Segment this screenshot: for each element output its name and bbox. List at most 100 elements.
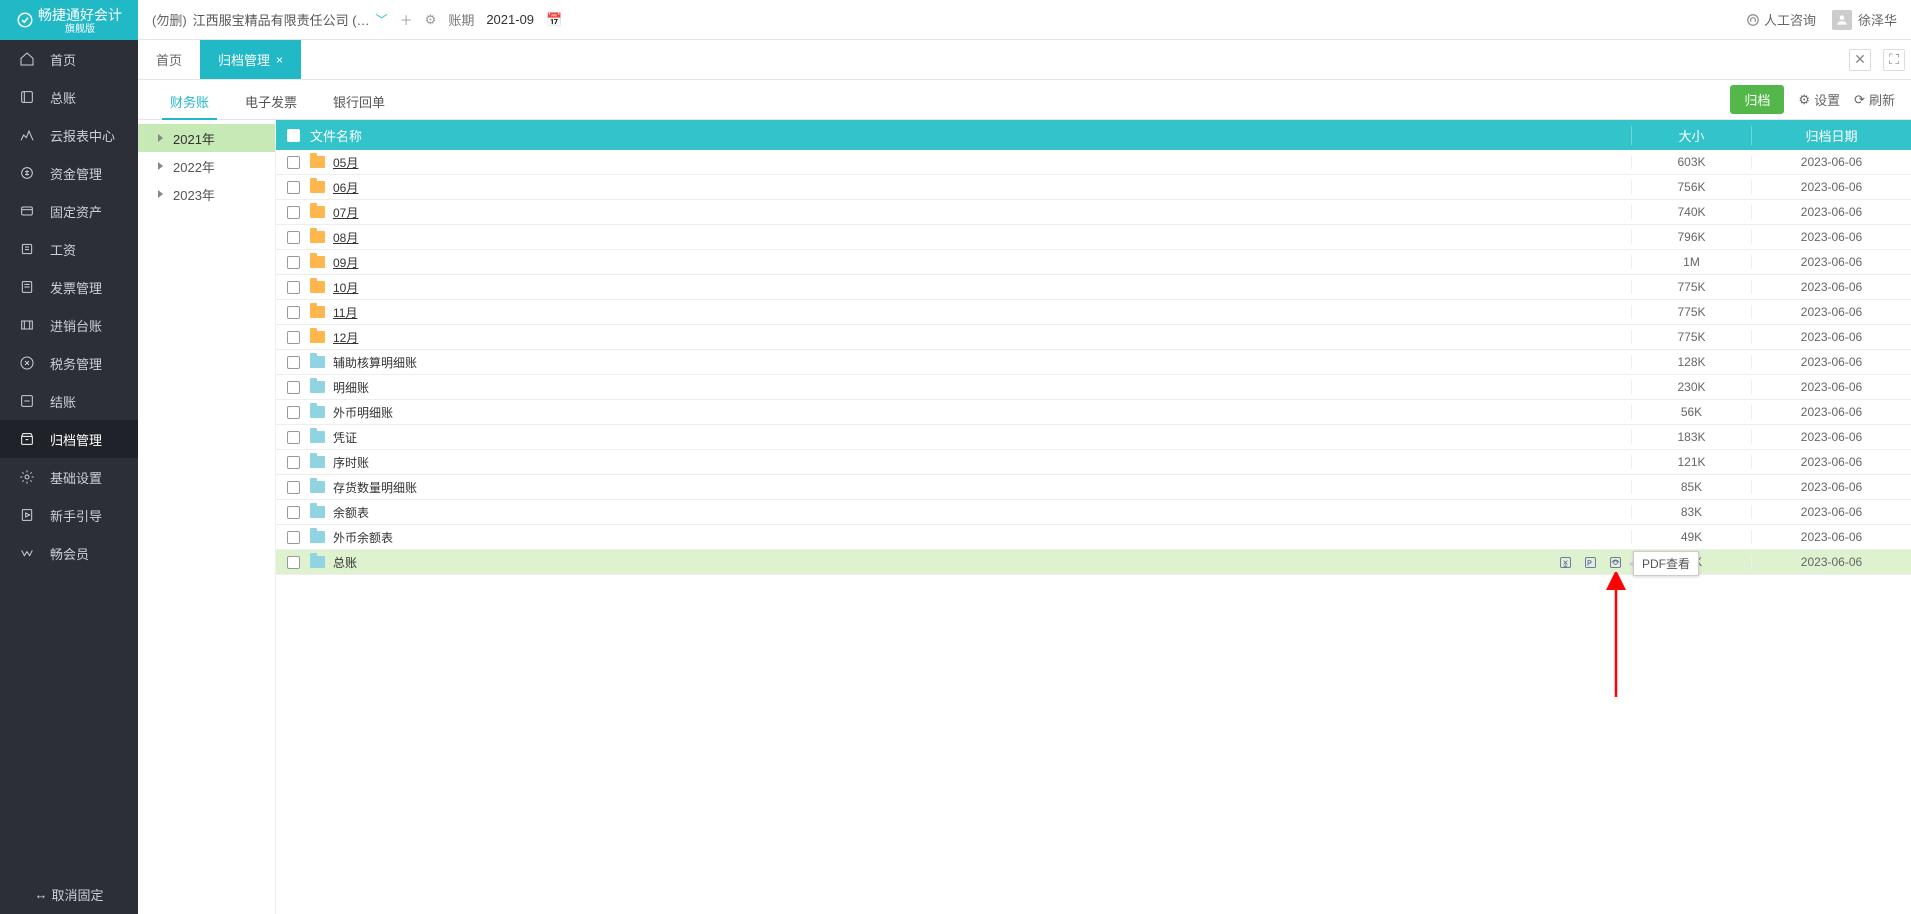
sidebar-item-funds[interactable]: 资金管理 [0,154,138,192]
row-checkbox[interactable] [287,431,300,444]
file-size: 1M [1631,255,1751,269]
sidebar-item-invoice[interactable]: 发票管理 [0,268,138,306]
inner-tab-finance[interactable]: 财务账 [152,84,227,119]
year-item[interactable]: 2021年 [138,124,275,152]
table-row[interactable]: 08月 796K 2023-06-06 [276,225,1911,250]
sidebar-item-salary[interactable]: 工资 [0,230,138,268]
table-row[interactable]: 06月 756K 2023-06-06 [276,175,1911,200]
refresh-link[interactable]: ⟳ 刷新 [1854,90,1895,109]
sidebar-item-ledger[interactable]: 总账 [0,78,138,116]
close-icon[interactable]: × [276,53,283,67]
row-checkbox[interactable] [287,381,300,394]
row-checkbox[interactable] [287,356,300,369]
year-item[interactable]: 2023年 [138,180,275,208]
file-name[interactable]: 06月 [333,179,358,196]
file-name[interactable]: 08月 [333,229,358,246]
table-row[interactable]: 11月 775K 2023-06-06 [276,300,1911,325]
plus-icon[interactable]: ＋ [400,10,413,29]
sidebar-item-fixed-asset[interactable]: 固定资产 [0,192,138,230]
sidebar-item-archive[interactable]: 归档管理 [0,420,138,458]
sidebar-item-cloud-report[interactable]: 云报表中心 [0,116,138,154]
close-icon [18,392,36,410]
download-excel-icon[interactable] [1558,555,1573,570]
sidebar-item-tax[interactable]: 税务管理 [0,344,138,382]
sidebar-item-purchase-sale[interactable]: 进销台账 [0,306,138,344]
row-checkbox[interactable] [287,256,300,269]
table-row[interactable]: 外币余额表 49K 2023-06-06 [276,525,1911,550]
file-name[interactable]: 11月 [333,304,357,321]
archive-button[interactable]: 归档 [1730,85,1784,114]
file-size: 775K [1631,305,1751,319]
table-row[interactable]: 余额表 83K 2023-06-06 [276,500,1911,525]
sidebar-item-member[interactable]: 畅会员 [0,534,138,572]
row-checkbox[interactable] [287,556,300,569]
file-name[interactable]: 12月 [333,329,358,346]
row-checkbox[interactable] [287,281,300,294]
row-checkbox[interactable] [287,481,300,494]
close-tab-icon[interactable]: ✕ [1849,49,1871,71]
company-prefix: (勿删) [152,10,187,29]
inner-tab-e-invoice[interactable]: 电子发票 [227,84,315,119]
table-row[interactable]: 明细账 230K 2023-06-06 [276,375,1911,400]
sidebar-item-home[interactable]: 首页 [0,40,138,78]
row-checkbox[interactable] [287,206,300,219]
chevron-right-icon [158,190,163,198]
sidebar-item-label: 云报表中心 [50,126,115,145]
row-checkbox[interactable] [287,231,300,244]
gear-icon[interactable]: ⚙ [425,12,437,28]
table-row[interactable]: 外币明细账 56K 2023-06-06 [276,400,1911,425]
table-row[interactable]: 凭证 183K 2023-06-06 [276,425,1911,450]
folder-icon [310,256,325,268]
table-row[interactable]: 10月 775K 2023-06-06 [276,275,1911,300]
row-checkbox[interactable] [287,506,300,519]
table-row[interactable]: 09月 1M 2023-06-06 [276,250,1911,275]
year-item[interactable]: 2022年 [138,152,275,180]
view-pdf-icon[interactable] [1608,555,1623,570]
chevron-down-icon: ﹀ [376,11,388,28]
consult-button[interactable]: 人工咨询 [1746,10,1816,29]
select-all-checkbox[interactable] [287,129,300,142]
table-row[interactable]: 总账 30K 2023-06-06 [276,550,1911,575]
sidebar-item-label: 结账 [50,392,76,411]
sidebar-item-settings[interactable]: 基础设置 [0,458,138,496]
row-checkbox[interactable] [287,156,300,169]
row-checkbox[interactable] [287,181,300,194]
settings-link[interactable]: ⚙ 设置 [1798,90,1840,109]
invoice-icon [18,278,36,296]
table-row[interactable]: 辅助核算明细账 128K 2023-06-06 [276,350,1911,375]
tab-archive-mgmt[interactable]: 归档管理× [200,40,301,79]
table-row[interactable]: 序时账 121K 2023-06-06 [276,450,1911,475]
table-row[interactable]: 07月 740K 2023-06-06 [276,200,1911,225]
unpin-button[interactable]: ↔取消固定 [0,874,138,914]
table-row[interactable]: 05月 603K 2023-06-06 [276,150,1911,175]
tab-home[interactable]: 首页 [138,40,200,79]
inner-tab-bank-slip[interactable]: 银行回单 [315,84,403,119]
file-name[interactable]: 10月 [333,279,358,296]
file-name: 凭证 [333,429,357,446]
file-name[interactable]: 05月 [333,154,358,171]
calendar-icon[interactable]: 📅 [546,12,562,28]
file-name: 辅助核算明细账 [333,354,417,371]
table-row[interactable]: 存货数量明细账 85K 2023-06-06 [276,475,1911,500]
row-checkbox[interactable] [287,531,300,544]
sidebar-item-guide[interactable]: 新手引导 [0,496,138,534]
file-name[interactable]: 07月 [333,204,358,221]
file-size: 775K [1631,280,1751,294]
sidebar-item-close[interactable]: 结账 [0,382,138,420]
fullscreen-icon[interactable]: ⛶ [1883,49,1905,71]
table-row[interactable]: 12月 775K 2023-06-06 [276,325,1911,350]
download-pdf-icon[interactable] [1583,555,1598,570]
file-name[interactable]: 09月 [333,254,358,271]
sidebar-item-label: 总账 [50,88,76,107]
file-name: 余额表 [333,504,369,521]
row-checkbox[interactable] [287,331,300,344]
user-menu[interactable]: 徐泽华 [1832,10,1897,30]
col-date-header: 归档日期 [1751,126,1911,145]
row-checkbox[interactable] [287,406,300,419]
row-checkbox[interactable] [287,306,300,319]
unpin-label: 取消固定 [51,885,103,904]
company-selector[interactable]: (勿删) 江西服宝精品有限责任公司 (… ﹀ [152,10,388,29]
row-checkbox[interactable] [287,456,300,469]
settings-link-label: 设置 [1814,90,1840,109]
period-value[interactable]: 2021-09 [486,12,534,27]
